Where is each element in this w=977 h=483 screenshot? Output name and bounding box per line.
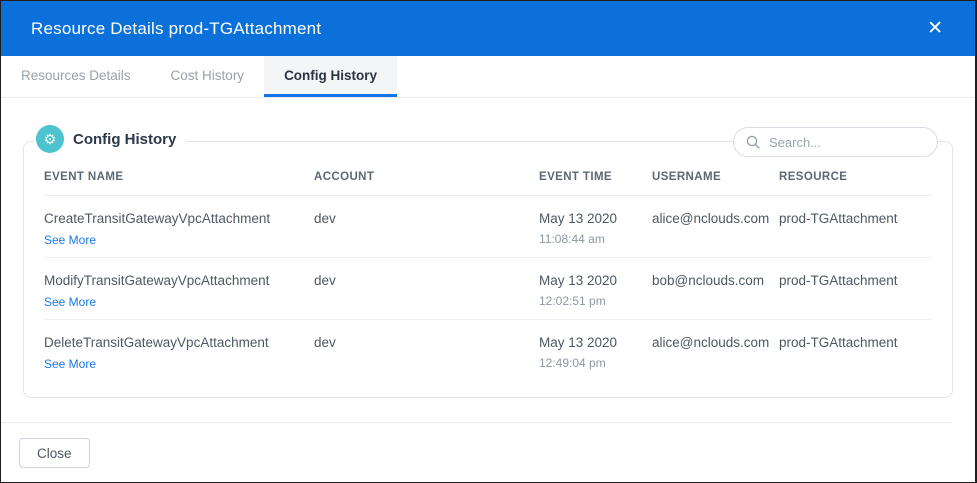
table-row: DeleteTransitGatewayVpcAttachment See Mo… [44,320,932,382]
username-cell: bob@nclouds.com [652,258,779,320]
tab-bar: Resources Details Cost History Config Hi… [1,56,975,98]
close-button[interactable]: Close [19,438,90,468]
search-icon [746,135,760,149]
panel-legend: ⚙ Config History [34,124,186,154]
gear-icon: ⚙ [36,125,64,153]
event-name: DeleteTransitGatewayVpcAttachment [44,335,308,350]
see-more-link[interactable]: See More [44,233,96,247]
modal-header: Resource Details prod-TGAttachment ✕ [1,1,975,56]
event-time-cell: May 13 2020 12:02:51 pm [539,258,652,320]
event-date: May 13 2020 [539,335,646,350]
close-icon[interactable]: ✕ [927,19,943,38]
resource-cell: prod-TGAttachment [779,258,932,320]
resource-details-modal: Resource Details prod-TGAttachment ✕ Res… [0,0,977,483]
table-row: ModifyTransitGatewayVpcAttachment See Mo… [44,258,932,320]
event-name-cell: DeleteTransitGatewayVpcAttachment See Mo… [44,320,314,382]
username-cell: alice@nclouds.com [652,196,779,258]
event-date: May 13 2020 [539,273,646,288]
table-wrapper: EVENT NAME ACCOUNT EVENT TIME USERNAME R… [24,142,952,381]
event-name-cell: CreateTransitGatewayVpcAttachment See Mo… [44,196,314,258]
panel-title: Config History [73,131,176,148]
username-cell: alice@nclouds.com [652,320,779,382]
account-cell: dev [314,320,539,382]
tab-resources-details[interactable]: Resources Details [1,56,151,97]
event-time: 12:49:04 pm [539,356,646,370]
event-time-cell: May 13 2020 12:49:04 pm [539,320,652,382]
column-header-event-time: EVENT TIME [539,142,652,196]
account-cell: dev [314,258,539,320]
event-time: 12:02:51 pm [539,294,646,308]
event-name: ModifyTransitGatewayVpcAttachment [44,273,308,288]
config-history-panel: ⚙ Config History EVENT NAME ACCOUNT EVEN… [23,141,953,398]
account-cell: dev [314,196,539,258]
tab-config-history[interactable]: Config History [264,56,397,97]
column-header-account: ACCOUNT [314,142,539,196]
see-more-link[interactable]: See More [44,295,96,309]
config-history-table: EVENT NAME ACCOUNT EVENT TIME USERNAME R… [44,142,932,381]
see-more-link[interactable]: See More [44,357,96,371]
event-time: 11:08:44 am [539,232,646,246]
search-box[interactable] [733,127,938,157]
event-date: May 13 2020 [539,211,646,226]
tab-cost-history[interactable]: Cost History [151,56,265,97]
event-name: CreateTransitGatewayVpcAttachment [44,211,308,226]
search-input[interactable] [769,135,925,150]
modal-title: Resource Details prod-TGAttachment [31,19,321,39]
event-time-cell: May 13 2020 11:08:44 am [539,196,652,258]
footer-divider [1,422,951,423]
resource-cell: prod-TGAttachment [779,320,932,382]
event-name-cell: ModifyTransitGatewayVpcAttachment See Mo… [44,258,314,320]
resource-cell: prod-TGAttachment [779,196,932,258]
table-row: CreateTransitGatewayVpcAttachment See Mo… [44,196,932,258]
